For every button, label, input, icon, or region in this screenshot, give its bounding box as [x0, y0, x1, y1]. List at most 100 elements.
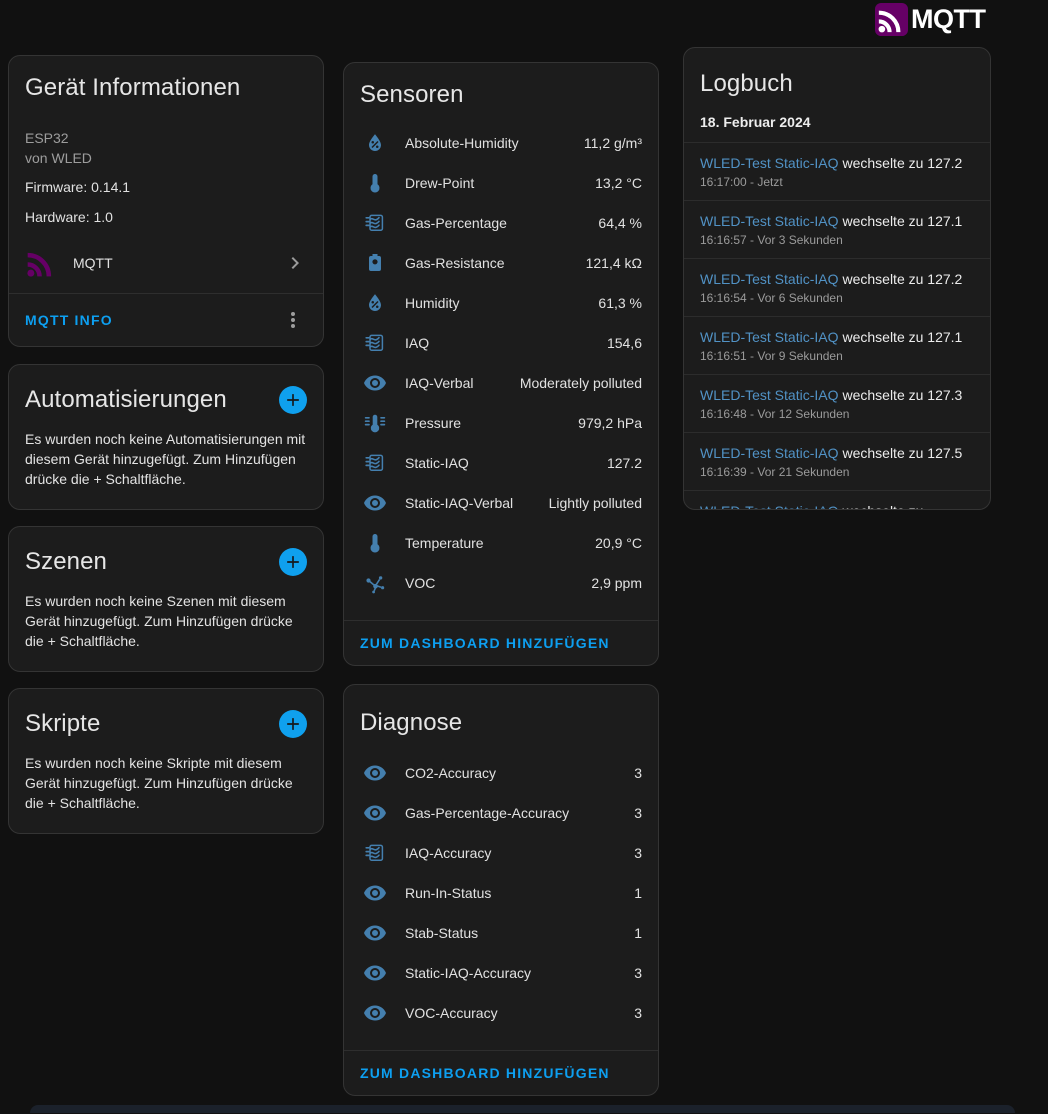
log-action: wechselte zu 127.1	[842, 213, 963, 229]
entity-link[interactable]: WLED-Test Static-IAQ	[700, 503, 838, 509]
column-left: Gerät Informationen ESP32 von WLED Firmw…	[8, 55, 324, 850]
dots-vertical-icon	[281, 308, 305, 332]
entity-name: Absolute-Humidity	[405, 135, 519, 151]
entity-link[interactable]: WLED-Test Static-IAQ	[700, 329, 838, 345]
add-scene-button[interactable]	[279, 548, 307, 576]
diagnostics-card-actions: ZUM DASHBOARD HINZUFÜGEN	[344, 1051, 658, 1095]
logbook-entry: WLED-Test Static-IAQ wechselte zu 127.5 1…	[684, 432, 990, 490]
logbook-title: Logbuch	[700, 70, 793, 97]
plus-icon	[287, 718, 299, 730]
entity-link[interactable]: WLED-Test Static-IAQ	[700, 271, 838, 287]
entity-name: Temperature	[405, 535, 484, 551]
add-to-dashboard-button[interactable]: ZUM DASHBOARD HINZUFÜGEN	[360, 635, 610, 651]
entity-value: 979,2 hPa	[578, 415, 642, 431]
mqtt-info-button[interactable]: MQTT INFO	[25, 312, 113, 328]
entity-row[interactable]: VOC-Accuracy 3	[344, 993, 658, 1033]
logbook-entry-message: WLED-Test Static-IAQ wechselte zu 127.1	[700, 211, 974, 231]
entity-name: Pressure	[405, 415, 462, 431]
entity-row[interactable]: Gas-Percentage 64,4 %	[344, 203, 658, 243]
entity-value: 3	[634, 765, 642, 781]
log-action: wechselte zu	[842, 503, 923, 509]
overflow-menu-button[interactable]	[273, 300, 313, 340]
entity-row[interactable]: Gas-Resistance 121,4 kΩ	[344, 243, 658, 283]
sensors-card-actions: ZUM DASHBOARD HINZUFÜGEN	[344, 621, 658, 665]
molecule-icon	[363, 571, 387, 595]
entity-name: CO2-Accuracy	[405, 765, 497, 781]
entity-value: 3	[634, 805, 642, 821]
entity-row[interactable]: Temperature 20,9 °C	[344, 523, 658, 563]
entity-name: Drew-Point	[405, 175, 475, 191]
entity-name: Static-IAQ-Verbal	[405, 495, 514, 511]
scenes-title: Szenen	[25, 548, 107, 575]
entity-row[interactable]: CO2-Accuracy 3	[344, 753, 658, 793]
entity-row[interactable]: Absolute-Humidity 11,2 g/m³	[344, 123, 658, 163]
entity-link[interactable]: WLED-Test Static-IAQ	[700, 445, 838, 461]
sensors-title: Sensoren	[360, 81, 464, 108]
entity-value: 3	[634, 1005, 642, 1021]
entity-row[interactable]: Static-IAQ 127.2	[344, 443, 658, 483]
entity-row[interactable]: Static-IAQ-Verbal Lightly polluted	[344, 483, 658, 523]
logbook-entry: WLED-Test Static-IAQ wechselte zu 127.3 1…	[684, 374, 990, 432]
entity-value: 1	[634, 885, 642, 901]
logbook-entry: WLED-Test Static-IAQ wechselte zu 127.1 1…	[684, 316, 990, 374]
entity-link[interactable]: WLED-Test Static-IAQ	[700, 387, 838, 403]
scenes-empty-text: Es wurden noch keine Szenen mit diesem G…	[25, 593, 293, 649]
log-time: 16:16:57 - Vor 3 Sekunden	[700, 233, 843, 247]
entity-name: Gas-Resistance	[405, 255, 505, 271]
entity-value: 64,4 %	[598, 215, 642, 231]
entity-row[interactable]: IAQ 154,6	[344, 323, 658, 363]
add-to-dashboard-button[interactable]: ZUM DASHBOARD HINZUFÜGEN	[360, 1065, 610, 1081]
entity-name: IAQ	[405, 335, 430, 351]
water-percent-icon	[363, 131, 387, 155]
add-automation-button[interactable]	[279, 386, 307, 414]
entity-name: Humidity	[405, 295, 460, 311]
entity-value: 127.2	[606, 455, 642, 471]
entity-link[interactable]: WLED-Test Static-IAQ	[700, 155, 838, 171]
entity-row[interactable]: IAQ-Verbal Moderately polluted	[344, 363, 658, 403]
entity-row[interactable]: Humidity 61,3 %	[344, 283, 658, 323]
logbook-entry-message: WLED-Test Static-IAQ wechselte zu 127.1	[700, 327, 974, 347]
eye-icon	[363, 881, 387, 905]
entity-row[interactable]: Static-IAQ-Accuracy 3	[344, 953, 658, 993]
entity-row[interactable]: Gas-Percentage-Accuracy 3	[344, 793, 658, 833]
entity-name: Static-IAQ	[405, 455, 469, 471]
entity-row[interactable]: Stab-Status 1	[344, 913, 658, 953]
integration-row-mqtt[interactable]: MQTT	[25, 243, 307, 283]
diagnostics-card: Diagnose CO2-Accuracy 3 Gas-Percentage-A…	[343, 684, 659, 1096]
entity-name: Stab-Status	[405, 925, 479, 941]
entity-value: Moderately polluted	[519, 375, 642, 391]
entity-name: IAQ-Accuracy	[405, 845, 492, 861]
entity-link[interactable]: WLED-Test Static-IAQ	[700, 213, 838, 229]
scripts-empty-text: Es wurden noch keine Skripte mit diesem …	[25, 755, 293, 811]
log-time: 16:16:51 - Vor 9 Sekunden	[700, 349, 843, 363]
scenes-card: Szenen Es wurden noch keine Szenen mit d…	[8, 526, 324, 672]
entity-name: VOC-Accuracy	[405, 1005, 498, 1021]
eye-icon	[363, 921, 387, 945]
device-manufacturer: von WLED	[25, 150, 92, 166]
entity-row[interactable]: Pressure 979,2 hPa	[344, 403, 658, 443]
add-script-button[interactable]	[279, 710, 307, 738]
eye-icon	[363, 961, 387, 985]
sensor-list: Absolute-Humidity 11,2 g/m³ Drew-Point 1…	[344, 123, 658, 603]
entity-name: Static-IAQ-Accuracy	[405, 965, 532, 981]
automations-title: Automatisierungen	[25, 386, 227, 413]
automations-empty-text: Es wurden noch keine Automatisierungen m…	[25, 431, 306, 487]
air-filter-icon	[363, 841, 387, 865]
entity-row[interactable]: Run-In-Status 1	[344, 873, 658, 913]
logbook-entry: WLED-Test Static-IAQ wechselte zu 127.1 1…	[684, 200, 990, 258]
device-page: MQTT Gerät Informationen ESP32 von WLED …	[0, 0, 1048, 1113]
log-action: wechselte zu 127.1	[842, 329, 963, 345]
automations-card: Automatisierungen Es wurden noch keine A…	[8, 364, 324, 510]
eye-icon	[363, 371, 387, 395]
scripts-card: Skripte Es wurden noch keine Skripte mit…	[8, 688, 324, 834]
scripts-header: Skripte	[25, 705, 307, 743]
air-filter-icon	[363, 211, 387, 235]
eye-icon	[363, 491, 387, 515]
entity-row[interactable]: IAQ-Accuracy 3	[344, 833, 658, 873]
automations-header: Automatisierungen	[25, 381, 307, 419]
entity-value: 13,2 °C	[595, 175, 642, 191]
logbook-date-header: 18. Februar 2024	[700, 114, 811, 130]
air-filter-icon	[363, 331, 387, 355]
entity-row[interactable]: VOC 2,9 ppm	[344, 563, 658, 603]
entity-row[interactable]: Drew-Point 13,2 °C	[344, 163, 658, 203]
